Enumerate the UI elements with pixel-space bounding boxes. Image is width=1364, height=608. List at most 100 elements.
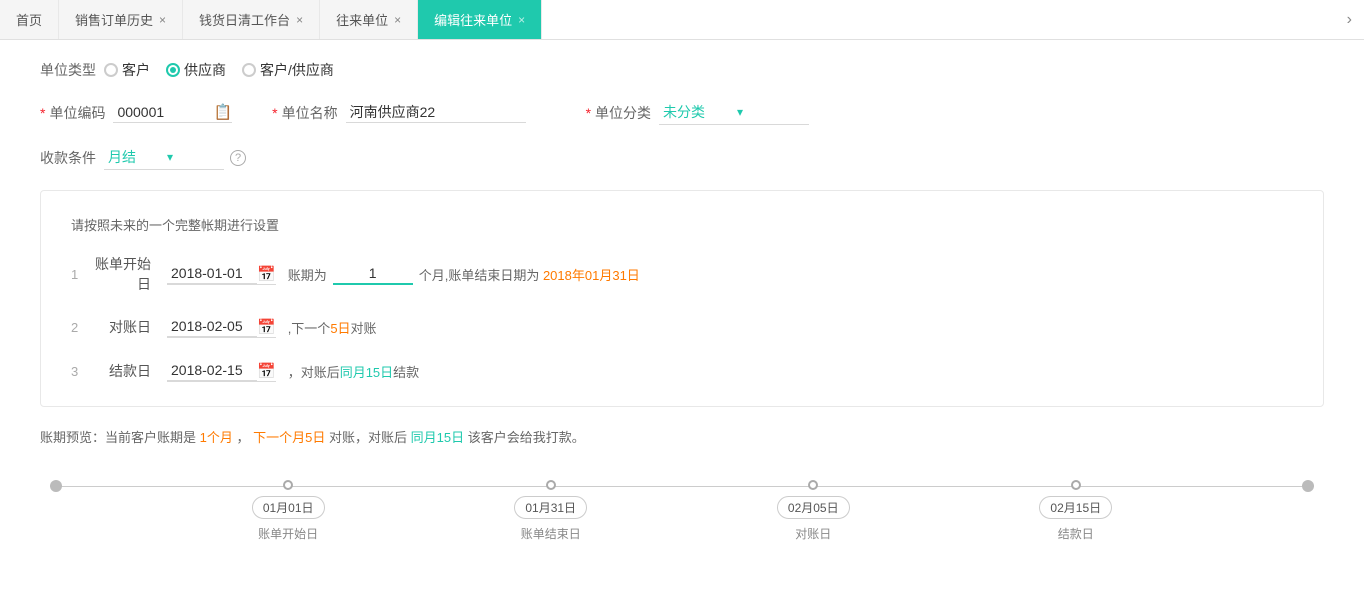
period-row-3-desc: ，对账后同月15日结款 [288,362,420,381]
timeline-node-1-dot [283,480,293,490]
period-row-3-highlight: 同月15日 [340,365,393,380]
timeline-node-3: 02月05日 对账日 [777,480,850,542]
timeline-nodes: 01月01日 账单开始日 01月31日 账单结束日 02月05日 对账日 02月… [50,480,1314,542]
payment-terms-arrow: ▾ [167,150,220,164]
timeline-node-3-label: 对账日 [795,525,831,542]
close-unit-list-icon[interactable]: × [394,13,401,27]
timeline-node-4-badge: 02月15日 [1039,496,1112,519]
unit-details-row: * 单位编码 📋 * 单位名称 * 单位分类 未分类 ▾ [40,100,1324,125]
timeline-node-end-dot [1302,480,1314,542]
tab-cash-work[interactable]: 钱货日清工作台 × [183,0,320,39]
period-box: 请按照未来的一个完整帐期进行设置 1 账单开始日 📅 账期为 个月,账单结束日期… [40,190,1324,407]
timeline-node-4-label: 结款日 [1058,525,1094,542]
period-num-2: 2 [71,320,95,335]
tab-home[interactable]: 首页 [0,0,59,39]
preview-text: 账期预览：当前客户账期是 1个月 ， 下一个月5日 对账，对账后 同月15日 该… [40,427,1324,446]
preview-part1: 1个月 [200,430,233,445]
period-row-2-highlight: 5日 [330,321,350,336]
timeline-container: 01月01日 账单开始日 01月31日 账单结束日 02月05日 对账日 02月… [40,470,1324,572]
unit-name-label: 单位名称 [282,103,338,123]
period-label-2: 对账日 [95,317,151,337]
period-date-3-calendar-icon[interactable]: 📅 [257,362,276,380]
unit-code-label: 单位编码 [49,103,105,123]
timeline-node-2-label: 账单结束日 [521,525,581,542]
timeline-node-2-dot [546,480,556,490]
unit-code-required: * [40,105,45,121]
unit-name-group: * 单位名称 [272,102,525,123]
unit-category-value: 未分类 [663,102,731,122]
period-date-2-calendar-icon[interactable]: 📅 [257,318,276,336]
radio-both-circle [242,63,256,77]
unit-type-label: 单位类型 [40,60,96,80]
timeline-node-2: 01月31日 账单结束日 [514,480,587,542]
unit-code-input[interactable] [113,102,213,122]
period-months-input[interactable] [333,263,413,285]
period-suffix-before-1: 账期为 [288,265,327,284]
radio-customer[interactable]: 客户 [104,60,150,80]
period-date-1-calendar-icon[interactable]: 📅 [257,265,276,283]
timeline-node-start-dot [50,480,62,542]
period-row-1: 1 账单开始日 📅 账期为 个月,账单结束日期为 2018年01月31日 [71,254,1293,294]
period-row-2: 2 对账日 📅 ,下一个5日对账 [71,316,1293,338]
tab-more-icon[interactable]: › [1335,11,1364,29]
unit-type-radio-group: 客户 供应商 客户/供应商 [104,60,334,80]
period-label-3: 结款日 [95,361,151,381]
main-content: 单位类型 客户 供应商 客户/供应商 * 单位编码 📋 [0,40,1364,608]
unit-category-arrow: ▾ [737,105,805,119]
payment-terms-row: 收款条件 月结 ▾ ? [40,145,1324,170]
preview-part3: 同月15日 [411,430,464,445]
timeline-node-1-label: 账单开始日 [258,525,318,542]
radio-both[interactable]: 客户/供应商 [242,60,334,80]
tab-unit-list[interactable]: 往来单位 × [320,0,418,39]
radio-both-label: 客户/供应商 [260,60,334,80]
payment-terms-value: 月结 [108,147,161,167]
preview-part2: 下一个月5日 [253,430,325,445]
tab-edit-unit[interactable]: 编辑往来单位 × [418,0,542,39]
payment-terms-help-icon[interactable]: ? [230,150,246,166]
tab-sales-history[interactable]: 销售订单历史 × [59,0,183,39]
period-end-date-highlight: 2018年01月31日 [543,268,640,283]
payment-terms-label: 收款条件 [40,148,96,168]
unit-name-input[interactable] [346,102,526,123]
close-sales-history-icon[interactable]: × [159,13,166,27]
timeline-node-1: 01月01日 账单开始日 [252,480,325,542]
close-cash-work-icon[interactable]: × [296,13,303,27]
timeline-node-3-dot [808,480,818,490]
radio-supplier[interactable]: 供应商 [166,60,226,80]
radio-supplier-label: 供应商 [184,60,226,80]
period-row-2-desc: ,下一个5日对账 [288,318,377,337]
radio-customer-circle [104,63,118,77]
timeline-node-4-dot [1071,480,1081,490]
radio-supplier-circle [166,63,180,77]
radio-customer-label: 客户 [122,60,150,80]
timeline-node-2-badge: 01月31日 [514,496,587,519]
period-date-2-wrap: 📅 [167,316,276,338]
unit-name-required: * [272,105,277,121]
payment-terms-select[interactable]: 月结 ▾ [104,145,224,170]
period-num-3: 3 [71,364,95,379]
period-date-3-input[interactable] [167,360,257,381]
period-date-1-input[interactable] [167,263,257,284]
tabs-bar: 首页 销售订单历史 × 钱货日清工作台 × 往来单位 × 编辑往来单位 × › [0,0,1364,40]
unit-code-group: * 单位编码 📋 [40,102,232,123]
timeline-start-dot [50,480,62,492]
unit-category-required: * [586,105,591,121]
period-date-2-input[interactable] [167,316,257,337]
timeline-end-dot [1302,480,1314,492]
period-date-1-wrap: 📅 [167,263,276,285]
unit-category-group: * 单位分类 未分类 ▾ [586,100,809,125]
timeline-node-3-badge: 02月05日 [777,496,850,519]
unit-category-label: 单位分类 [595,103,651,123]
timeline-node-4: 02月15日 结款日 [1039,480,1112,542]
period-box-title: 请按照未来的一个完整帐期进行设置 [71,215,1293,234]
unit-code-input-wrap: 📋 [113,102,232,123]
unit-type-row: 单位类型 客户 供应商 客户/供应商 [40,60,1324,80]
period-date-3-wrap: 📅 [167,360,276,382]
close-edit-unit-icon[interactable]: × [518,13,525,27]
timeline-node-1-badge: 01月01日 [252,496,325,519]
period-row-3: 3 结款日 📅 ，对账后同月15日结款 [71,360,1293,382]
unit-code-copy-icon[interactable]: 📋 [213,103,232,121]
unit-category-select[interactable]: 未分类 ▾ [659,100,809,125]
period-num-1: 1 [71,267,95,282]
period-suffix-after-1: 个月,账单结束日期为 2018年01月31日 [419,265,640,284]
